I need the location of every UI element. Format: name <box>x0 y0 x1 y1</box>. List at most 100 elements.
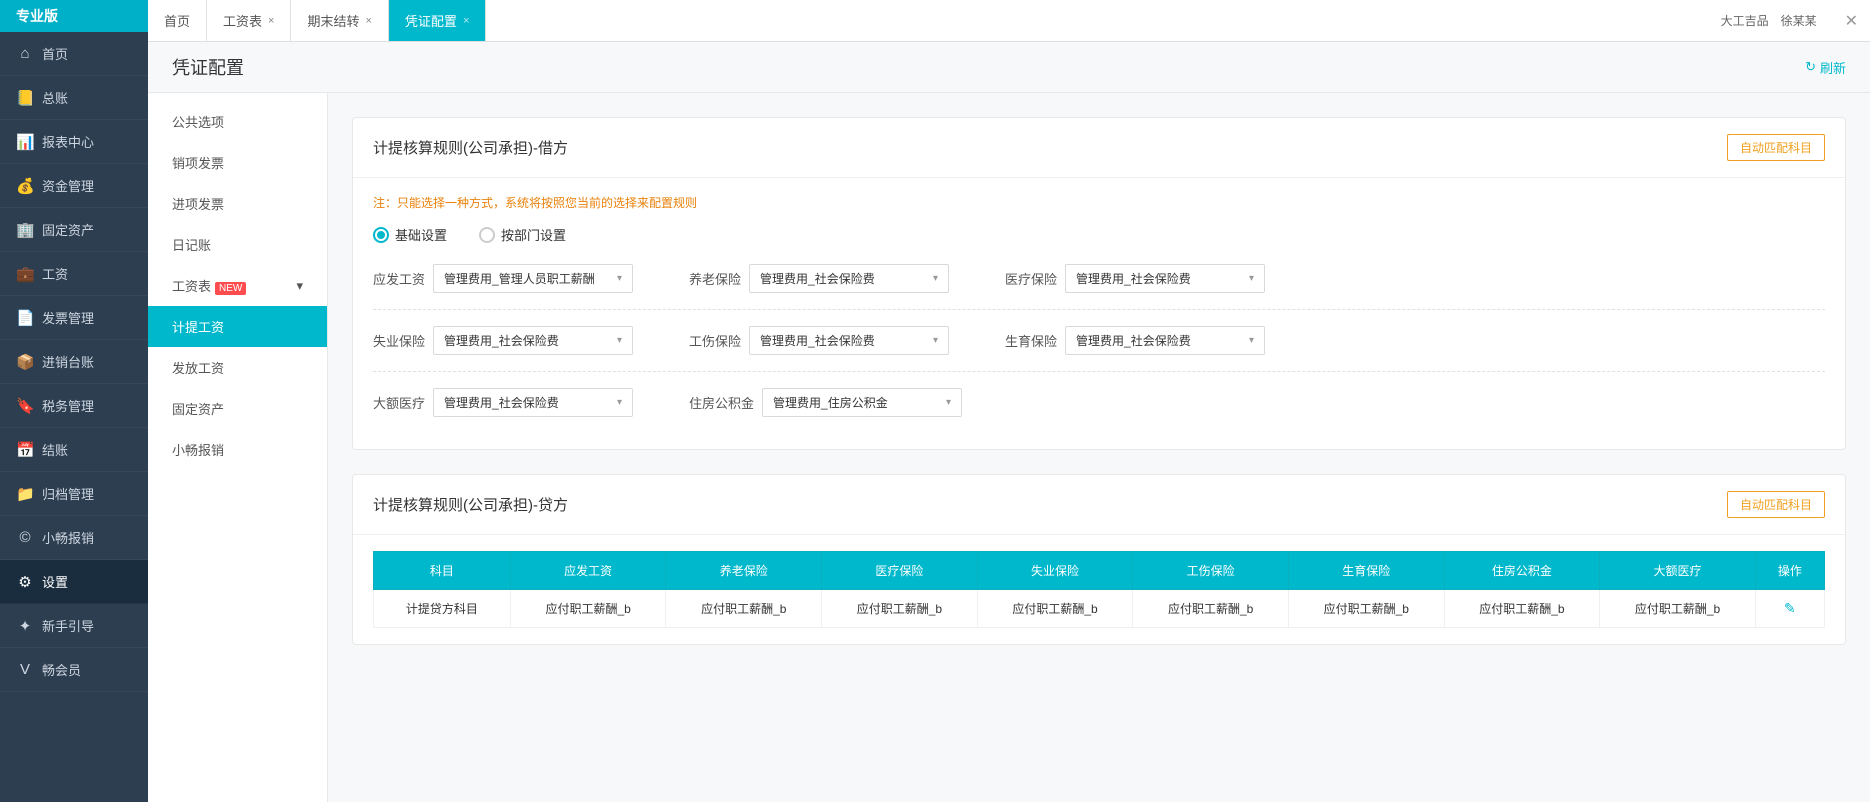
sidebar-item-salary[interactable]: 💼工资 <box>0 252 148 296</box>
radio-basic[interactable]: 基础设置 <box>373 225 447 244</box>
form-select-2-0[interactable]: 管理费用_社会保险费 ▾ <box>433 388 633 417</box>
form-select-1-1[interactable]: 管理费用_社会保险费 ▾ <box>749 326 949 355</box>
left-nav-label-calc-salary: 计提工资 <box>172 317 224 336</box>
sidebar-label-close: 结账 <box>42 440 68 459</box>
left-nav-xiaochang-expense[interactable]: 小畅报销 <box>148 429 327 470</box>
sidebar-icon-assets: 🏢 <box>16 221 34 239</box>
radio-basic-label: 基础设置 <box>395 225 447 244</box>
debit-form-item-0-1: 养老保险 管理费用_社会保险费 ▾ <box>689 264 989 293</box>
select-arrow-1-1: ▾ <box>933 335 938 346</box>
radio-dept[interactable]: 按部门设置 <box>479 225 566 244</box>
sidebar-label-ledger: 总账 <box>42 88 68 107</box>
sidebar-icon-invoice: 📄 <box>16 309 34 327</box>
tab-salary-table[interactable]: 工资表× <box>207 0 291 41</box>
credit-cell-0-2: 应付职工薪酬_b <box>666 590 822 628</box>
sidebar-label-guide: 新手引导 <box>42 616 94 635</box>
left-nav-fixed-assets-nav[interactable]: 固定资产 <box>148 388 327 429</box>
left-nav-salary-table-nav[interactable]: 工资表NEW ▾ <box>148 265 327 306</box>
debit-section: 计提核算规则(公司承担)-借方 自动匹配科目 注：只能选择一种方式，系统将按照您… <box>352 117 1846 450</box>
sidebar-item-invoice[interactable]: 📄发票管理 <box>0 296 148 340</box>
credit-col-header-5: 工伤保险 <box>1133 552 1289 590</box>
credit-col-header-8: 大额医疗 <box>1600 552 1756 590</box>
sidebar-item-settings[interactable]: ⚙设置 <box>0 560 148 604</box>
form-select-value-1-0: 管理费用_社会保险费 <box>444 332 559 349</box>
sidebar-item-close[interactable]: 📅结账 <box>0 428 148 472</box>
credit-auto-match-button[interactable]: 自动匹配科目 <box>1727 491 1825 518</box>
tab-home[interactable]: 首页 <box>148 0 207 41</box>
tab-close-voucher-config[interactable]: × <box>463 15 469 27</box>
credit-action-0[interactable]: ✎ <box>1755 590 1824 628</box>
left-nav-sales-invoice[interactable]: 销项发票 <box>148 142 327 183</box>
debit-form-item-2-0: 大额医疗 管理费用_社会保险费 ▾ <box>373 388 673 417</box>
debit-section-header: 计提核算规则(公司承担)-借方 自动匹配科目 <box>353 118 1845 178</box>
form-label-0-0: 应发工资 <box>373 269 425 288</box>
debit-section-body: 注：只能选择一种方式，系统将按照您当前的选择来配置规则 基础设置 按部门设置 <box>353 178 1845 449</box>
sidebar-item-home[interactable]: ⌂首页 <box>0 32 148 76</box>
debit-form-row-0: 应发工资 管理费用_管理人员职工薪酬 ▾ 养老保险 管理费用_社会保险费 ▾ 医… <box>373 264 1825 293</box>
sidebar-icon-member: V <box>16 661 34 678</box>
form-label-1-1: 工伤保险 <box>689 331 741 350</box>
form-select-0-1[interactable]: 管理费用_社会保险费 ▾ <box>749 264 949 293</box>
refresh-icon: ↻ <box>1805 59 1816 75</box>
sidebar-label-xcreport: 小畅报销 <box>42 528 94 547</box>
debit-auto-match-button[interactable]: 自动匹配科目 <box>1727 134 1825 161</box>
sidebar-item-inout[interactable]: 📦进销台账 <box>0 340 148 384</box>
tab-close-period-close[interactable]: × <box>365 15 371 27</box>
form-select-0-0[interactable]: 管理费用_管理人员职工薪酬 ▾ <box>433 264 633 293</box>
left-nav-public[interactable]: 公共选项 <box>148 101 327 142</box>
sidebar-label-salary: 工资 <box>42 264 68 283</box>
form-select-2-1[interactable]: 管理费用_住房公积金 ▾ <box>762 388 962 417</box>
sidebar-item-assets[interactable]: 🏢 固定资产 <box>0 208 148 252</box>
sidebar-label-settings: 设置 <box>42 572 68 591</box>
sidebar-item-archive[interactable]: 📁 归档管理 <box>0 472 148 516</box>
credit-col-header-4: 失业保险 <box>977 552 1133 590</box>
sidebar-icon-xcreport: © <box>16 529 34 546</box>
radio-basic-circle <box>373 227 389 243</box>
sidebar-item-member[interactable]: V畅会员 <box>0 648 148 692</box>
debit-form-item-1-2: 生育保险 管理费用_社会保险费 ▾ <box>1005 326 1305 355</box>
sidebar-item-capital[interactable]: 💰资金管理 <box>0 164 148 208</box>
tab-close-salary-table[interactable]: × <box>268 15 274 27</box>
sidebar-item-guide[interactable]: ✦新手引导 <box>0 604 148 648</box>
tab-period-close[interactable]: 期末结转× <box>291 0 388 41</box>
form-label-0-1: 养老保险 <box>689 269 741 288</box>
edit-icon-0[interactable]: ✎ <box>1784 600 1796 616</box>
sidebar-item-report[interactable]: 📊报表中心 <box>0 120 148 164</box>
form-select-0-2[interactable]: 管理费用_社会保险费 ▾ <box>1065 264 1265 293</box>
credit-col-header-6: 生育保险 <box>1288 552 1444 590</box>
sidebar-label-assets: 固定资产 <box>42 220 94 239</box>
form-select-1-0[interactable]: 管理费用_社会保险费 ▾ <box>433 326 633 355</box>
refresh-button[interactable]: ↻ 刷新 <box>1805 58 1846 77</box>
tab-voucher-config[interactable]: 凭证配置× <box>389 0 486 41</box>
sidebar-icon-tax: 🔖 <box>16 397 34 415</box>
form-label-1-2: 生育保险 <box>1005 331 1057 350</box>
credit-cell-0-3: 应付职工薪酬_b <box>822 590 978 628</box>
form-label-0-2: 医疗保险 <box>1005 269 1057 288</box>
select-arrow-2-0: ▾ <box>617 397 622 408</box>
form-divider-1 <box>373 371 1825 372</box>
sidebar-item-tax[interactable]: 🔖税务管理 <box>0 384 148 428</box>
tab-label-home: 首页 <box>164 11 190 30</box>
left-nav-calc-salary[interactable]: 计提工资 <box>148 306 327 347</box>
form-divider-0 <box>373 309 1825 310</box>
left-nav-label-salary-table-nav: 工资表NEW <box>172 276 246 295</box>
form-label-1-0: 失业保险 <box>373 331 425 350</box>
topbar-right: 大工吉品 徐某某 <box>1721 12 1833 29</box>
arrow-icon-salary-table-nav: ▾ <box>296 278 303 294</box>
sidebar-item-ledger[interactable]: 📒总账 <box>0 76 148 120</box>
left-nav-purchase-invoice[interactable]: 进项发票 <box>148 183 327 224</box>
sidebar-icon-archive: 📁 <box>16 485 34 503</box>
window-close-button[interactable]: ✕ <box>1833 11 1870 31</box>
sidebar-icon-capital: 💰 <box>16 177 34 195</box>
radio-group: 基础设置 按部门设置 <box>373 225 1825 244</box>
left-nav-pay-salary[interactable]: 发放工资 <box>148 347 327 388</box>
form-select-1-2[interactable]: 管理费用_社会保险费 ▾ <box>1065 326 1265 355</box>
right-content: 计提核算规则(公司承担)-借方 自动匹配科目 注：只能选择一种方式，系统将按照您… <box>328 93 1870 802</box>
left-nav-journal[interactable]: 日记账 <box>148 224 327 265</box>
credit-table-wrapper: 科目应发工资养老保险医疗保险失业保险工伤保险生育保险住房公积金大额医疗操作 计提… <box>373 551 1825 628</box>
debit-form-row-1: 失业保险 管理费用_社会保险费 ▾ 工伤保险 管理费用_社会保险费 ▾ 生育保险… <box>373 326 1825 355</box>
refresh-label: 刷新 <box>1820 58 1846 77</box>
sidebar-label-archive: 归档管理 <box>42 484 94 503</box>
select-arrow-0-2: ▾ <box>1249 273 1254 284</box>
sidebar-item-xcreport[interactable]: © 小畅报销 <box>0 516 148 560</box>
